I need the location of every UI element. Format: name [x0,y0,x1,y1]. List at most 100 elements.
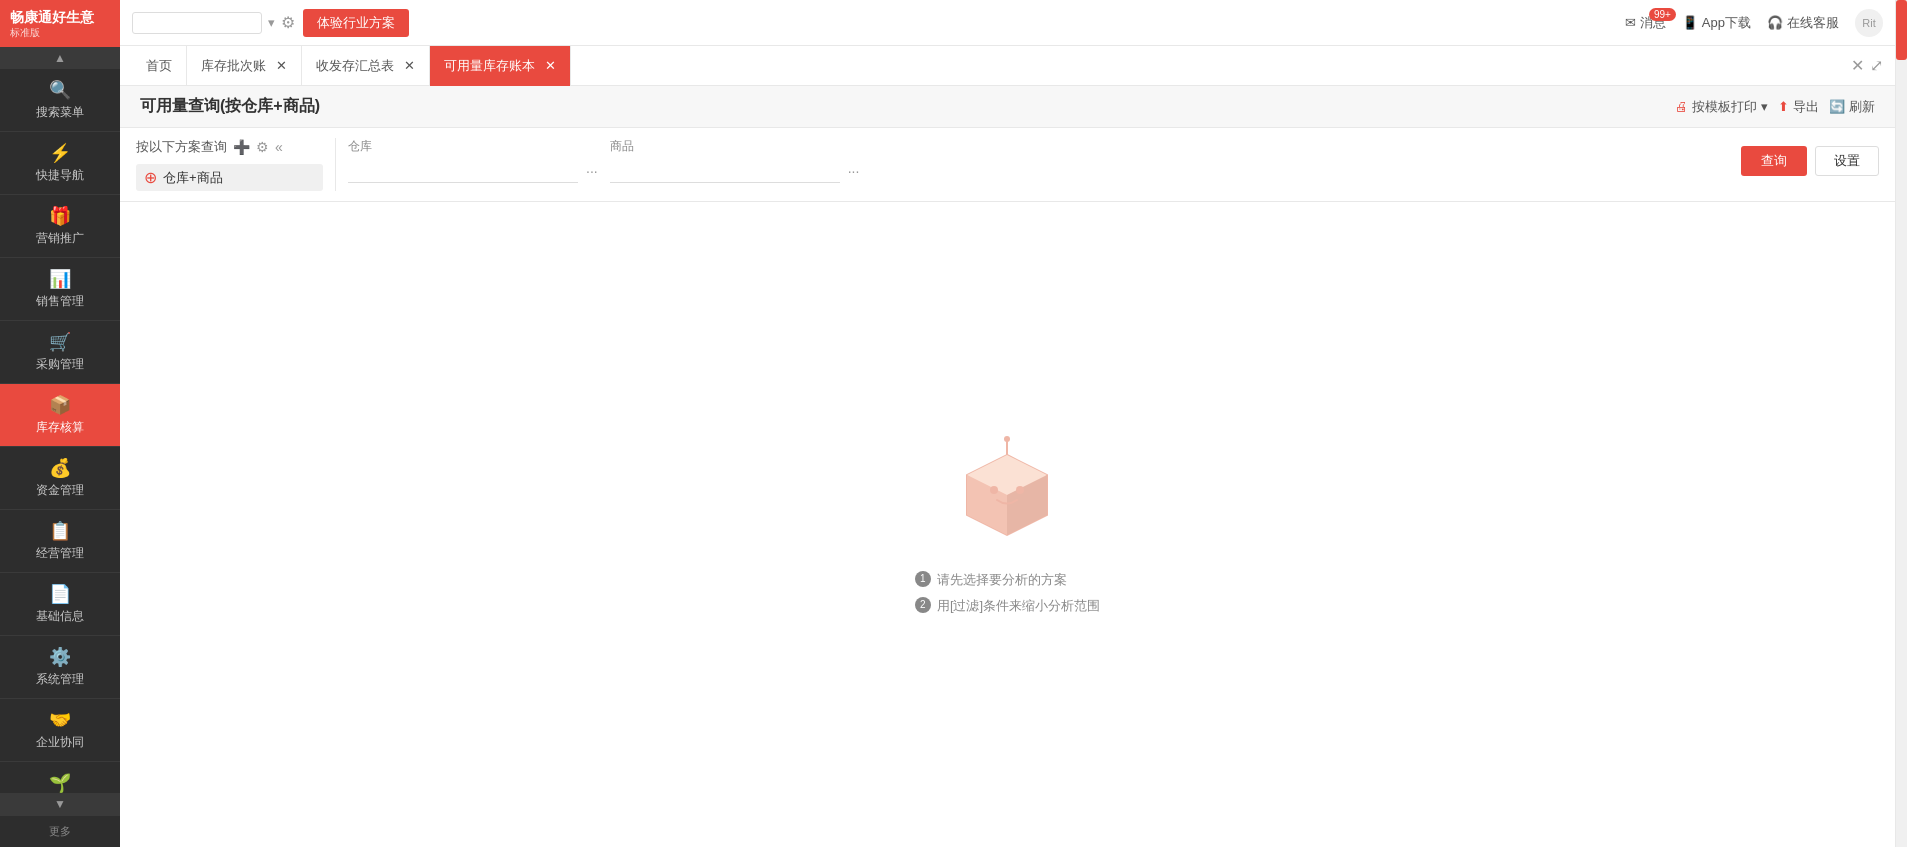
sidebar-item-basic[interactable]: 📄基础信息 [0,573,120,636]
svg-point-7 [1004,436,1010,442]
sidebar-bottom: 更多 [0,815,120,847]
export-label: 导出 [1793,98,1819,116]
print-label: 按模板打印 [1692,98,1757,116]
app-download-button[interactable]: 📱 App下载 [1682,14,1751,32]
edit-scheme-icon[interactable]: ⚙ [256,139,269,155]
warehouse-input[interactable] [348,159,578,183]
finance-icon: 💰 [49,457,71,479]
query-button[interactable]: 查询 [1741,146,1807,176]
sidebar-item-ops[interactable]: 📋经营管理 [0,510,120,573]
add-scheme-icon[interactable]: ➕ [233,139,250,155]
marketing-label: 营销推广 [36,230,84,247]
setting-button[interactable]: 设置 [1815,146,1879,176]
sidebar-item-search[interactable]: 🔍搜索菜单 [0,69,120,132]
sidebar-item-quicknav[interactable]: ⚡快捷导航 [0,132,120,195]
gear-icon[interactable]: ⚙ [281,13,295,32]
headset-icon: 🎧 [1767,15,1783,30]
phone-icon: 📱 [1682,15,1698,30]
message-icon: ✉ [1625,15,1636,30]
expand-tab-button[interactable]: ⤢ [1870,56,1883,75]
goods-dots-icon[interactable]: ··· [848,163,860,179]
sidebar-item-guide[interactable]: 🌱新手引导 [0,762,120,793]
sidebar: 畅康通好生意 标准版 ▲ 🔍搜索菜单⚡快捷导航 🎁 营销推广 📊 销售管理 🛒采购管理📦库… [0,0,120,847]
top-header: ▾ ⚙ 体验行业方案 ✉ 消息 99+ 📱 App下载 🎧 在线客服 Rit [120,0,1895,46]
sidebar-item-system[interactable]: ⚙️系统管理 [0,636,120,699]
warehouse-dots-icon[interactable]: ··· [586,163,598,179]
filter-area: 按以下方案查询 ➕ ⚙ « ⊕ 仓库+商品 仓库 ··· 商品 [120,128,1895,202]
goods-field: 商品 ··· [610,138,860,183]
tab-close-batch[interactable]: ✕ [276,58,287,73]
filter-fields: 仓库 ··· 商品 ··· 查询 设置 [348,138,1879,183]
coop-label: 企业协同 [36,734,84,751]
marketing-icon: 🎁 [49,205,71,227]
tab-label-available: 可用量库存账本 [444,57,535,75]
sidebar-scroll-up[interactable]: ▲ [0,47,120,69]
svg-point-5 [1016,486,1024,494]
ops-label: 经营管理 [36,545,84,562]
goods-input[interactable] [610,159,840,183]
system-icon: ⚙️ [49,646,71,668]
app-download-label: App下载 [1702,14,1751,32]
sidebar-item-finance[interactable]: 💰资金管理 [0,447,120,510]
scrollbar-thumb[interactable] [1896,0,1907,60]
tab-close-available[interactable]: ✕ [545,58,556,73]
warehouse-label: 仓库 [348,138,598,155]
tab-close-summary[interactable]: ✕ [404,58,415,73]
export-button[interactable]: ⬆ 导出 [1778,98,1819,116]
tab-home[interactable]: 首页 [132,46,187,86]
header-search-area: ▾ ⚙ [132,12,295,34]
basic-label: 基础信息 [36,608,84,625]
refresh-label: 刷新 [1849,98,1875,116]
goods-label: 商品 [610,138,860,155]
industry-button[interactable]: 体验行业方案 [303,9,409,37]
header-search-input[interactable] [132,12,262,34]
tab-label-home: 首页 [146,57,172,75]
tab-available[interactable]: 可用量库存账本 ✕ [430,46,571,86]
export-icon: ⬆ [1778,99,1789,114]
printer-icon: 🖨 [1675,99,1688,114]
tab-label-batch: 库存批次账 [201,57,266,75]
refresh-button[interactable]: 🔄 刷新 [1829,98,1875,116]
sidebar-item-coop[interactable]: 🤝企业协同 [0,699,120,762]
message-button[interactable]: ✉ 消息 99+ [1625,14,1666,32]
sidebar-logo: 畅康通好生意 标准版 [0,0,120,47]
page-title: 可用量查询(按仓库+商品) [140,96,320,117]
guide-icon: 🌱 [49,772,71,793]
logo-version: 标准版 [10,26,110,39]
right-scrollbar[interactable] [1895,0,1907,847]
sidebar-scroll-down[interactable]: ▼ [0,793,120,815]
scheme-item-icon: ⊕ [144,168,157,187]
scheme-item[interactable]: ⊕ 仓库+商品 [136,164,323,191]
tip-1: 1 请先选择要分析的方案 [915,571,1100,589]
collapse-icon[interactable]: « [275,139,283,155]
online-service-button[interactable]: 🎧 在线客服 [1767,14,1839,32]
refresh-icon: 🔄 [1829,99,1845,114]
sidebar-items: 🔍搜索菜单⚡快捷导航 🎁 营销推广 📊 销售管理 🛒采购管理📦库存核算💰资金管理📋经营管理… [0,69,120,793]
sales-label: 销售管理 [36,293,84,310]
filter-scheme-panel: 按以下方案查询 ➕ ⚙ « ⊕ 仓库+商品 [136,138,336,191]
main-area: ▾ ⚙ 体验行业方案 ✉ 消息 99+ 📱 App下载 🎧 在线客服 Rit 首… [120,0,1895,847]
sidebar-item-marketing[interactable]: 🎁 营销推广 [0,195,120,258]
print-chevron-icon[interactable]: ▾ [1761,99,1768,114]
sales-icon: 📊 [49,268,71,290]
sidebar-bottom-label: 更多 [49,825,71,837]
tab-summary[interactable]: 收发存汇总表 ✕ [302,46,430,86]
tab-batch[interactable]: 库存批次账 ✕ [187,46,302,86]
quicknav-label: 快捷导航 [36,167,84,184]
logo-name: 畅康通好生意 [10,8,110,26]
filter-scheme-header: 按以下方案查询 ➕ ⚙ « [136,138,323,156]
chevron-down-icon[interactable]: ▾ [268,15,275,30]
tab-label-summary: 收发存汇总表 [316,57,394,75]
scheme-label: 按以下方案查询 [136,138,227,156]
sidebar-item-inventory[interactable]: 📦库存核算 [0,384,120,447]
inventory-label: 库存核算 [36,419,84,436]
sidebar-item-purchase[interactable]: 🛒采购管理 [0,321,120,384]
empty-state: 1 请先选择要分析的方案 2 用[过滤]条件来缩小分析范围 [915,435,1100,615]
warehouse-field-row: ··· [348,159,598,183]
user-avatar[interactable]: Rit [1855,9,1883,37]
sidebar-item-sales[interactable]: 📊 销售管理 [0,258,120,321]
close-tab-button[interactable]: ✕ [1851,56,1864,75]
print-button[interactable]: 🖨 按模板打印 ▾ [1675,98,1768,116]
goods-field-row: ··· [610,159,860,183]
svg-point-4 [990,486,998,494]
